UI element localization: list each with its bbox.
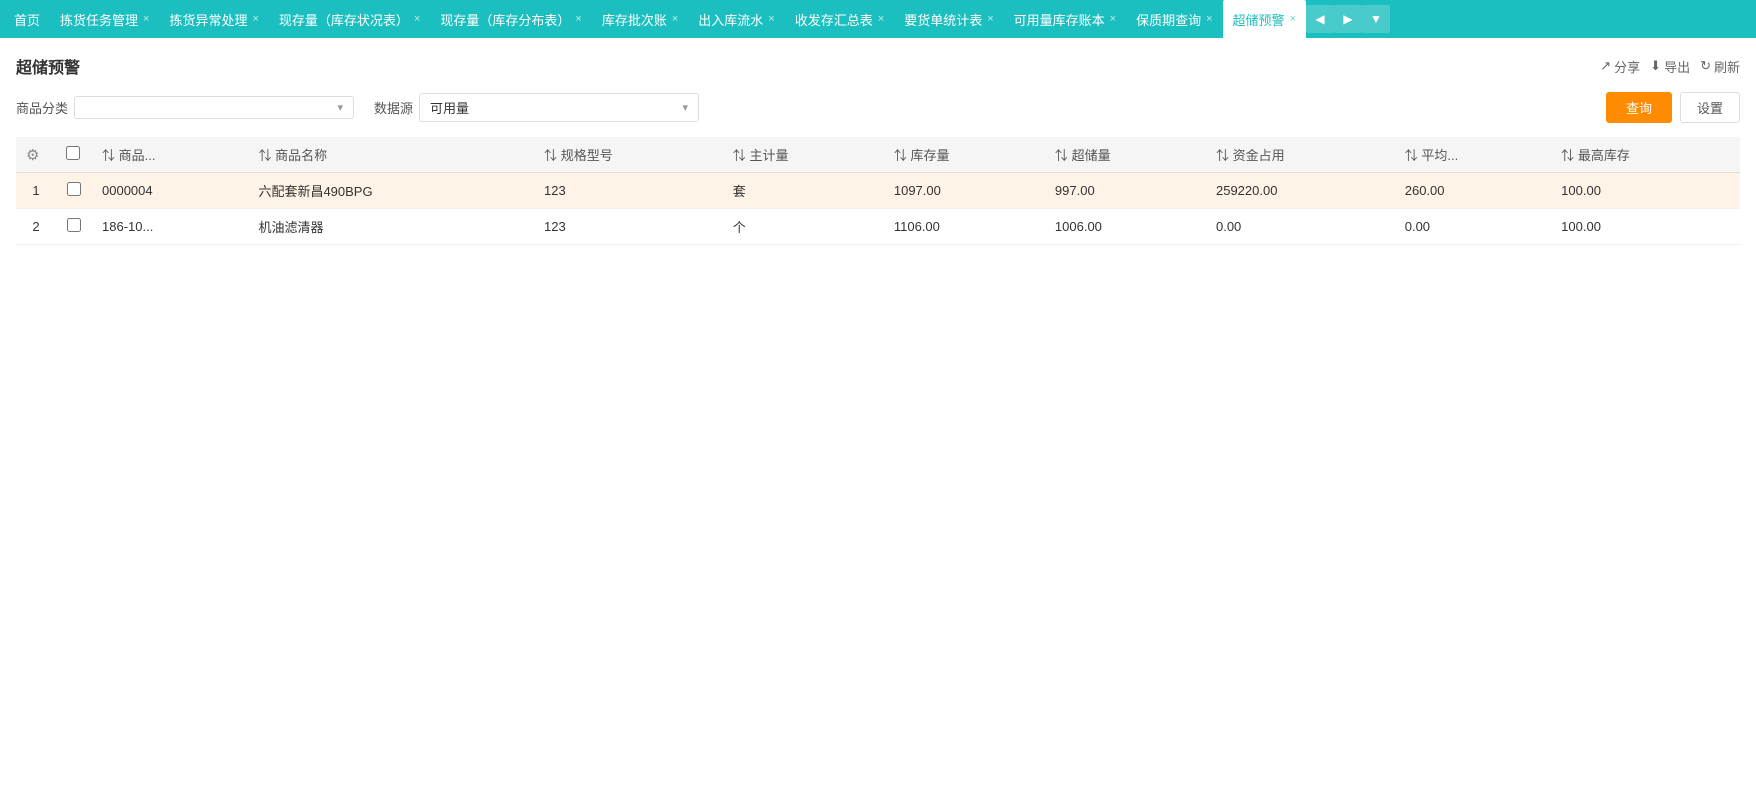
row-avg: 260.00	[1395, 173, 1551, 209]
row-capital: 0.00	[1206, 209, 1395, 245]
col-capital-header[interactable]: ⇅ 资金占用	[1206, 137, 1395, 173]
row-checkbox[interactable]	[67, 218, 81, 232]
chevron-down-icon: ▾	[683, 101, 689, 114]
row-stock: 1106.00	[884, 209, 1045, 245]
nav-stock-dist[interactable]: 现存量（库存分布表） ×	[430, 0, 591, 38]
close-icon[interactable]: ×	[252, 13, 258, 25]
nav-next-button[interactable]: ▶	[1334, 5, 1362, 33]
row-code: 186-10...	[92, 209, 248, 245]
col-maxstock-header[interactable]: ⇅ 最高库存	[1551, 137, 1740, 173]
close-icon[interactable]: ×	[143, 13, 149, 25]
row-checkbox-cell[interactable]	[56, 173, 92, 209]
nav-home[interactable]: 首页	[4, 0, 50, 38]
datasource-value: 可用量	[430, 98, 469, 117]
col-unit-header[interactable]: ⇅ 主计量	[723, 137, 884, 173]
col-stock-header[interactable]: ⇅ 库存量	[884, 137, 1045, 173]
col-setting-header[interactable]: ⚙	[16, 137, 56, 173]
select-all-checkbox[interactable]	[66, 146, 80, 160]
datasource-filter-group: 数据源 可用量 ▾	[374, 93, 699, 122]
share-button[interactable]: ↗ 分享	[1600, 57, 1640, 76]
nav-inout[interactable]: 出入库流水 ×	[688, 0, 784, 38]
nav-pick-task[interactable]: 拣货任务管理 ×	[50, 0, 159, 38]
data-table: ⚙ ⇅ 商品... ⇅ 商品名称 ⇅ 规格型号 ⇅ 主计量 ⇅	[16, 137, 1740, 245]
row-name: 机油滤清器	[248, 209, 534, 245]
row-code: 0000004	[92, 173, 248, 209]
close-icon[interactable]: ×	[575, 13, 581, 25]
top-navigation: 首页 拣货任务管理 × 拣货异常处理 × 现存量（库存状况表） × 现存量（库存…	[0, 0, 1756, 38]
row-index: 2	[16, 209, 56, 245]
refresh-button[interactable]: ↻ 刷新	[1700, 57, 1740, 76]
refresh-icon: ↻	[1700, 58, 1711, 74]
table-row: 1 0000004 六配套新昌490BPG 123 套 1097.00 997.…	[16, 173, 1740, 209]
row-checkbox[interactable]	[67, 182, 81, 196]
row-stock: 1097.00	[884, 173, 1045, 209]
datasource-label: 数据源	[374, 98, 413, 117]
close-icon[interactable]: ×	[768, 13, 774, 25]
close-icon[interactable]: ×	[1110, 13, 1116, 25]
category-filter-group: 商品分类 ▾	[16, 96, 354, 119]
nav-overflow[interactable]: 超储预警 ×	[1223, 0, 1306, 38]
share-icon: ↗	[1600, 58, 1611, 74]
export-icon: ⬇	[1650, 58, 1661, 74]
row-index: 1	[16, 173, 56, 209]
header-actions: ↗ 分享 ⬇ 导出 ↻ 刷新	[1600, 57, 1740, 76]
table-header-row: ⚙ ⇅ 商品... ⇅ 商品名称 ⇅ 规格型号 ⇅ 主计量 ⇅	[16, 137, 1740, 173]
page-content: 超储预警 ↗ 分享 ⬇ 导出 ↻ 刷新 商品分类 ▾ 数据源	[0, 38, 1756, 800]
row-overflow: 997.00	[1045, 173, 1206, 209]
gear-icon[interactable]: ⚙	[26, 147, 39, 164]
row-maxstock: 100.00	[1551, 173, 1740, 209]
col-avg-header[interactable]: ⇅ 平均...	[1395, 137, 1551, 173]
row-spec: 123	[534, 209, 723, 245]
close-icon[interactable]: ×	[1290, 13, 1296, 25]
datasource-select[interactable]: 可用量 ▾	[419, 93, 699, 122]
filter-row: 商品分类 ▾ 数据源 可用量 ▾ 查询 设置	[16, 92, 1740, 123]
page-title: 超储预警	[16, 54, 80, 78]
col-name-header[interactable]: ⇅ 商品名称	[248, 137, 534, 173]
filter-buttons: 查询 设置	[1606, 92, 1740, 123]
row-name: 六配套新昌490BPG	[248, 173, 534, 209]
row-unit: 套	[723, 173, 884, 209]
nav-more-button[interactable]: ▼	[1362, 5, 1390, 33]
row-checkbox-cell[interactable]	[56, 209, 92, 245]
category-label: 商品分类	[16, 98, 68, 117]
nav-available[interactable]: 可用量库存账本 ×	[1004, 0, 1126, 38]
row-maxstock: 100.00	[1551, 209, 1740, 245]
nav-summary[interactable]: 收发存汇总表 ×	[785, 0, 894, 38]
close-icon[interactable]: ×	[1206, 13, 1212, 25]
close-icon[interactable]: ×	[987, 13, 993, 25]
col-spec-header[interactable]: ⇅ 规格型号	[534, 137, 723, 173]
category-select[interactable]: ▾	[74, 96, 354, 119]
nav-requisition[interactable]: 要货单统计表 ×	[894, 0, 1003, 38]
nav-expiry[interactable]: 保质期查询 ×	[1126, 0, 1222, 38]
table-row: 2 186-10... 机油滤清器 123 个 1106.00 1006.00 …	[16, 209, 1740, 245]
settings-button[interactable]: 设置	[1680, 92, 1740, 123]
row-avg: 0.00	[1395, 209, 1551, 245]
chevron-down-icon: ▾	[337, 101, 343, 114]
nav-batch[interactable]: 库存批次账 ×	[592, 0, 688, 38]
row-spec: 123	[534, 173, 723, 209]
export-button[interactable]: ⬇ 导出	[1650, 57, 1690, 76]
nav-stock-status[interactable]: 现存量（库存状况表） ×	[269, 0, 430, 38]
row-unit: 个	[723, 209, 884, 245]
col-overflow-header[interactable]: ⇅ 超储量	[1045, 137, 1206, 173]
nav-pick-exception[interactable]: 拣货异常处理 ×	[159, 0, 268, 38]
close-icon[interactable]: ×	[672, 13, 678, 25]
query-button[interactable]: 查询	[1606, 92, 1672, 123]
close-icon[interactable]: ×	[414, 13, 420, 25]
col-checkbox-header[interactable]	[56, 137, 92, 173]
nav-prev-button[interactable]: ◀	[1306, 5, 1334, 33]
col-code-header[interactable]: ⇅ 商品...	[92, 137, 248, 173]
row-overflow: 1006.00	[1045, 209, 1206, 245]
row-capital: 259220.00	[1206, 173, 1395, 209]
close-icon[interactable]: ×	[878, 13, 884, 25]
page-header: 超储预警 ↗ 分享 ⬇ 导出 ↻ 刷新	[16, 54, 1740, 78]
